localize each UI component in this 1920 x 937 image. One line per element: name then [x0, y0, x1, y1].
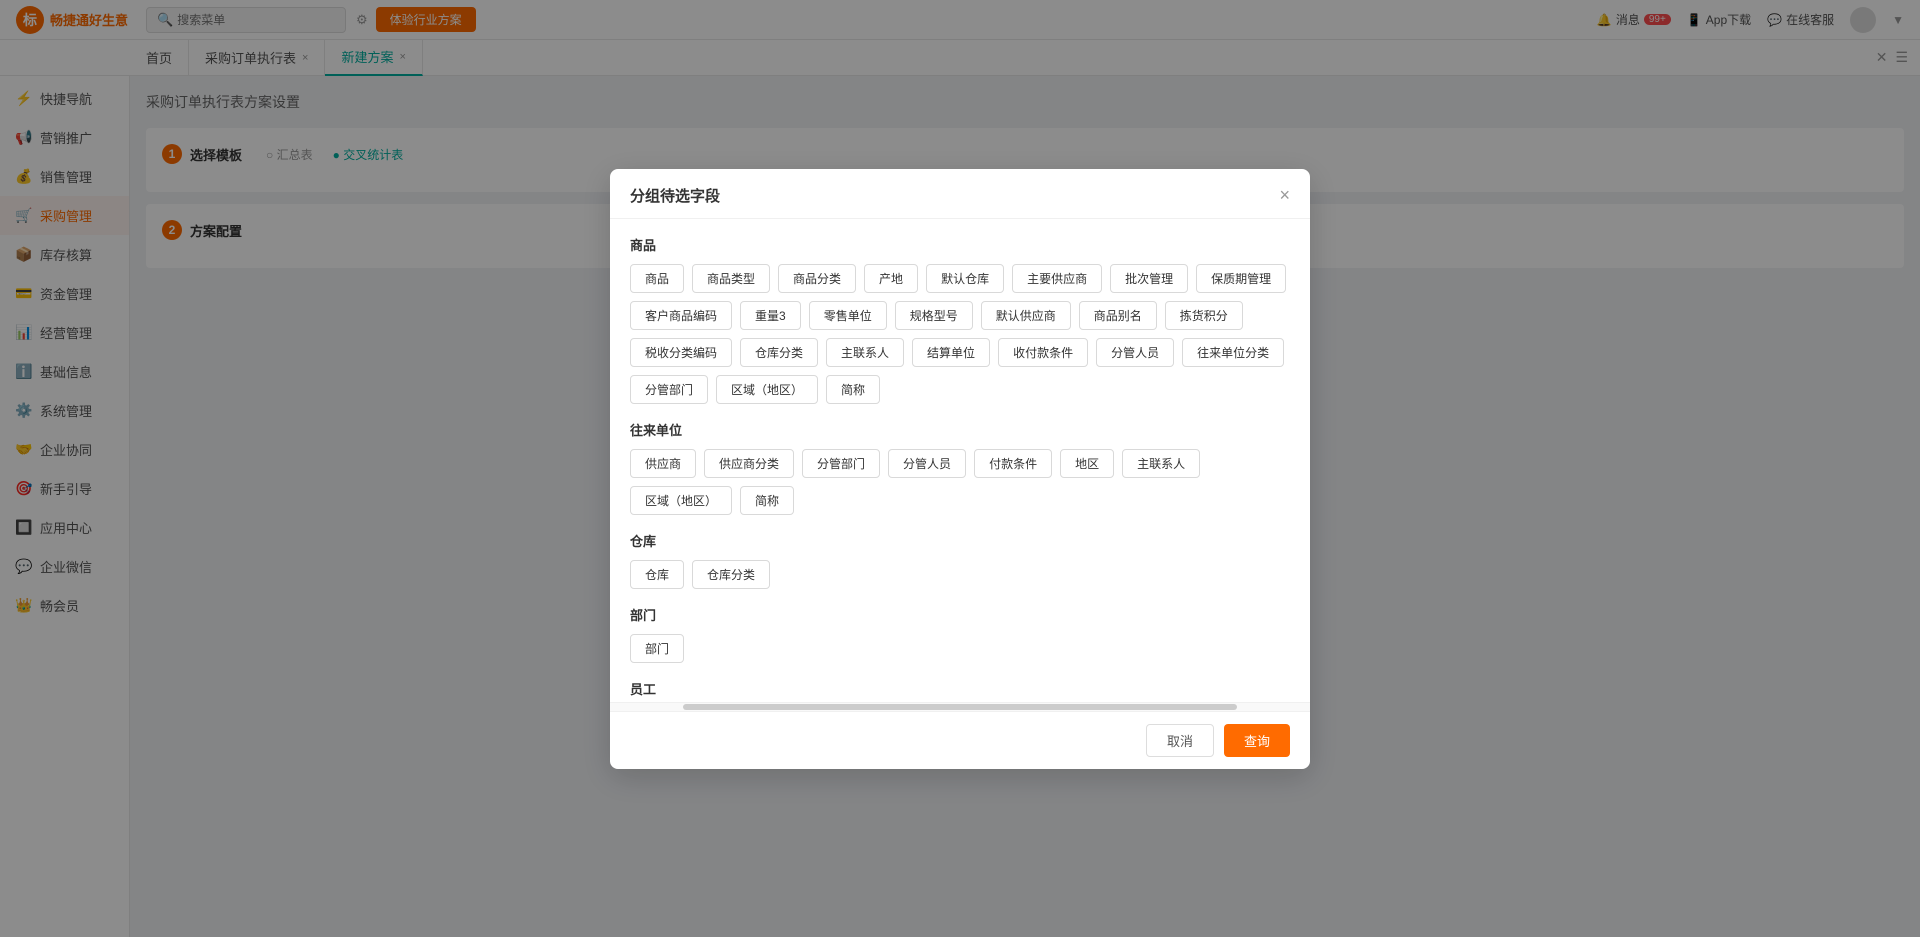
field-tag[interactable]: 分管人员 — [888, 449, 966, 478]
section-department: 部门 部门 — [630, 605, 1290, 663]
field-tag[interactable]: 地区 — [1060, 449, 1114, 478]
field-select-modal: 分组待选字段 × 商品 商品 商品类型 商品分类 产地 默认仓库 主要供应商 批… — [610, 169, 1310, 769]
modal-hscroll-thumb — [683, 704, 1237, 710]
confirm-button[interactable]: 查询 — [1224, 724, 1290, 757]
field-tag[interactable]: 商品分类 — [778, 264, 856, 293]
field-tag[interactable]: 付款条件 — [974, 449, 1052, 478]
section-warehouse: 仓库 仓库 仓库分类 — [630, 531, 1290, 589]
field-tag[interactable]: 重量3 — [740, 301, 801, 330]
section-department-fields: 部门 — [630, 634, 1290, 663]
field-tag[interactable]: 零售单位 — [809, 301, 887, 330]
field-tag[interactable]: 默认仓库 — [926, 264, 1004, 293]
section-partner: 往来单位 供应商 供应商分类 分管部门 分管人员 付款条件 地区 主联系人 区域… — [630, 420, 1290, 515]
field-tag[interactable]: 商品别名 — [1079, 301, 1157, 330]
section-department-title: 部门 — [630, 605, 1290, 624]
modal-close-btn[interactable]: × — [1279, 185, 1290, 206]
field-tag[interactable]: 分管部门 — [630, 375, 708, 404]
section-employee: 员工 业务员 — [630, 679, 1290, 702]
field-tag[interactable]: 区域（地区） — [716, 375, 818, 404]
field-tag[interactable]: 拣货积分 — [1165, 301, 1243, 330]
field-tag[interactable]: 税收分类编码 — [630, 338, 732, 367]
field-tag[interactable]: 保质期管理 — [1196, 264, 1286, 293]
field-tag[interactable]: 规格型号 — [895, 301, 973, 330]
modal-hscroll[interactable] — [610, 702, 1310, 711]
section-partner-fields: 供应商 供应商分类 分管部门 分管人员 付款条件 地区 主联系人 区域（地区） … — [630, 449, 1290, 515]
field-tag[interactable]: 部门 — [630, 634, 684, 663]
field-tag[interactable]: 主联系人 — [1122, 449, 1200, 478]
section-warehouse-fields: 仓库 仓库分类 — [630, 560, 1290, 589]
field-tag[interactable]: 供应商分类 — [704, 449, 794, 478]
modal-footer: 取消 查询 — [610, 711, 1310, 769]
modal-header: 分组待选字段 × — [610, 169, 1310, 219]
modal-body: 商品 商品 商品类型 商品分类 产地 默认仓库 主要供应商 批次管理 保质期管理… — [610, 219, 1310, 702]
field-tag[interactable]: 仓库分类 — [740, 338, 818, 367]
field-tag[interactable]: 主要供应商 — [1012, 264, 1102, 293]
field-tag[interactable]: 默认供应商 — [981, 301, 1071, 330]
field-tag[interactable]: 分管人员 — [1096, 338, 1174, 367]
field-tag[interactable]: 收付款条件 — [998, 338, 1088, 367]
field-tag[interactable]: 客户商品编码 — [630, 301, 732, 330]
section-goods: 商品 商品 商品类型 商品分类 产地 默认仓库 主要供应商 批次管理 保质期管理… — [630, 235, 1290, 404]
overlay: 分组待选字段 × 商品 商品 商品类型 商品分类 产地 默认仓库 主要供应商 批… — [0, 0, 1920, 937]
field-tag[interactable]: 区域（地区） — [630, 486, 732, 515]
section-partner-title: 往来单位 — [630, 420, 1290, 439]
field-tag[interactable]: 结算单位 — [912, 338, 990, 367]
section-goods-title: 商品 — [630, 235, 1290, 254]
field-tag[interactable]: 商品 — [630, 264, 684, 293]
field-tag[interactable]: 供应商 — [630, 449, 696, 478]
field-tag[interactable]: 简称 — [740, 486, 794, 515]
field-tag[interactable]: 分管部门 — [802, 449, 880, 478]
modal-title: 分组待选字段 — [630, 185, 720, 206]
section-employee-title: 员工 — [630, 679, 1290, 698]
field-tag[interactable]: 仓库 — [630, 560, 684, 589]
field-tag[interactable]: 产地 — [864, 264, 918, 293]
field-tag[interactable]: 往来单位分类 — [1182, 338, 1284, 367]
cancel-button[interactable]: 取消 — [1146, 724, 1214, 757]
field-tag[interactable]: 仓库分类 — [692, 560, 770, 589]
field-tag[interactable]: 简称 — [826, 375, 880, 404]
section-warehouse-title: 仓库 — [630, 531, 1290, 550]
field-tag[interactable]: 批次管理 — [1110, 264, 1188, 293]
section-goods-fields: 商品 商品类型 商品分类 产地 默认仓库 主要供应商 批次管理 保质期管理 客户… — [630, 264, 1290, 404]
field-tag[interactable]: 主联系人 — [826, 338, 904, 367]
field-tag[interactable]: 商品类型 — [692, 264, 770, 293]
